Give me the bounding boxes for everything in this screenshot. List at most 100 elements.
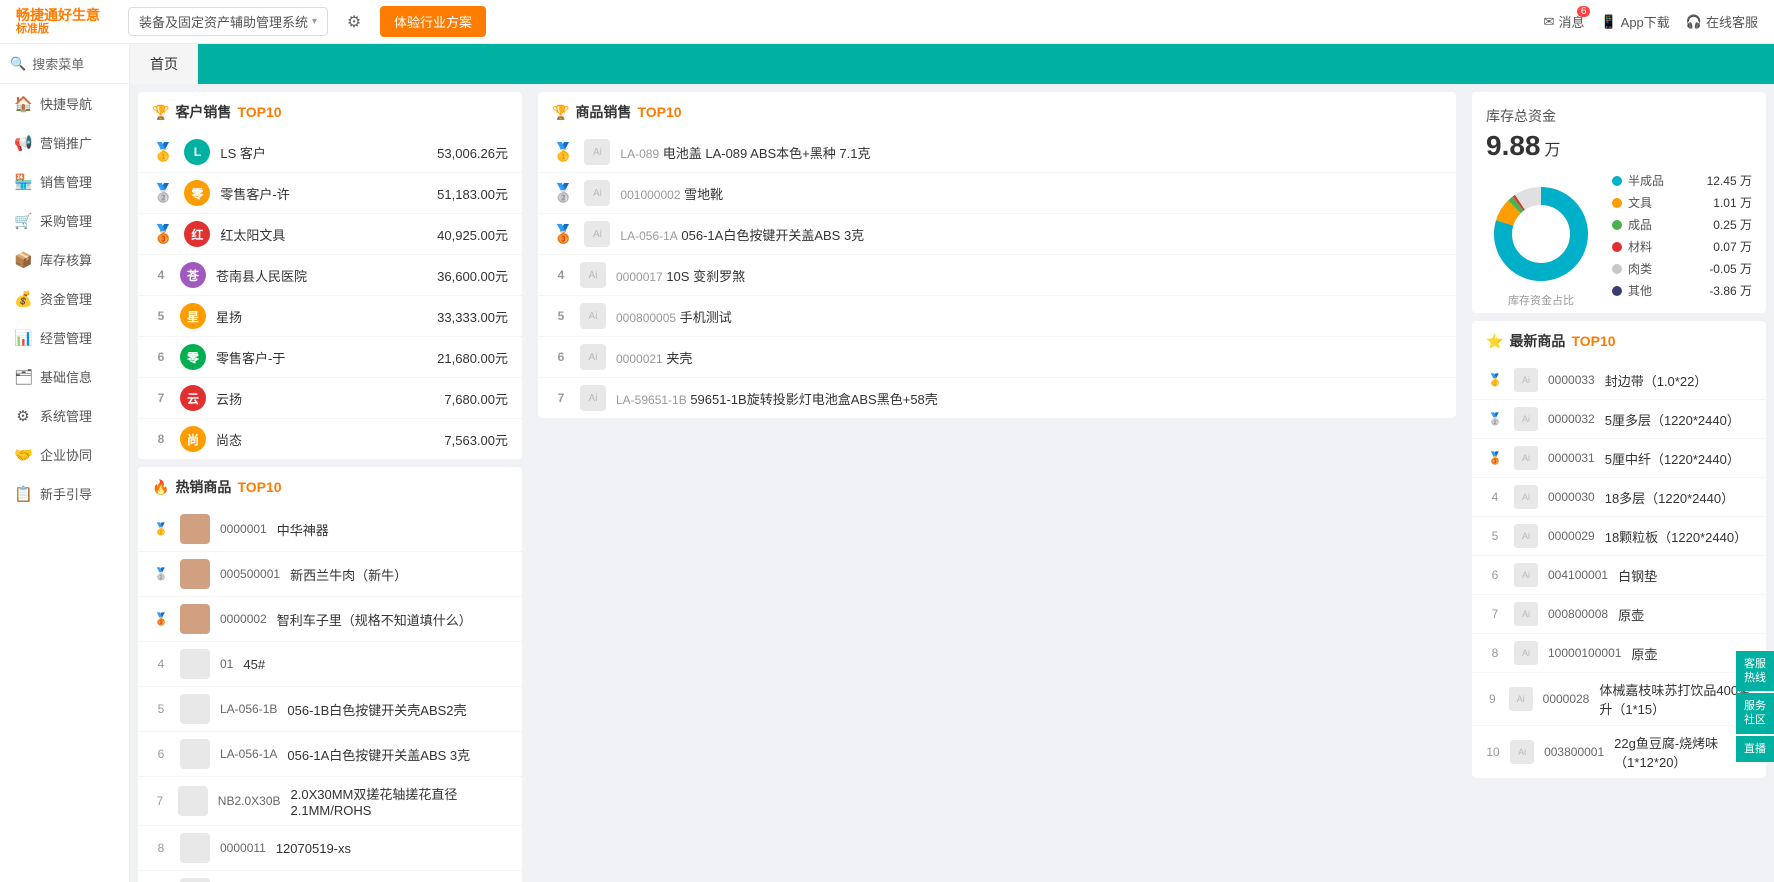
sidebar-item-采购管理[interactable]: 🛒采购管理 [0, 201, 129, 240]
customer-rank-title: 客户销售 [175, 102, 231, 122]
product-name: 12070519-xs [276, 841, 351, 856]
list-item: 🥉 0000002 智利车子里（规格不知道填什么） [138, 597, 522, 642]
product-thumbnail [180, 833, 210, 863]
try-plan-button[interactable]: 体验行业方案 [380, 6, 486, 37]
list-item: 6 Ai 004100001 白钢垫 [1472, 556, 1766, 595]
legend-value: 12.45 万 [1707, 172, 1752, 189]
product-info: 001000002 雪地靴 [620, 184, 1442, 203]
rank-number: 4 [552, 268, 570, 282]
rank-number: 8 [1486, 646, 1504, 660]
hot-products-title: 热销商品 [175, 477, 231, 497]
trophy-icon2: 🏆 [552, 104, 569, 121]
list-item: 🥈 000500001 新西兰牛肉（新牛） [138, 552, 522, 597]
legend-label: 成品 [1628, 216, 1707, 233]
message-icon: ✉ [1544, 14, 1555, 30]
search-icon: 🔍 [10, 56, 26, 72]
product-name: 18多层（1220*2440） [1605, 488, 1734, 507]
list-item: 7 Ai 000800008 原壶 [1472, 595, 1766, 634]
tab-home[interactable]: 首页 [130, 44, 198, 84]
sidebar-item-经营管理[interactable]: 📊经营管理 [0, 318, 129, 357]
legend-label: 材料 [1628, 238, 1707, 255]
legend-item: 文具 1.01 万 [1612, 194, 1752, 211]
legend-item: 材料 0.07 万 [1612, 238, 1752, 255]
settings-icon[interactable]: ⚙ [340, 8, 368, 36]
sidebar-icon: 📋 [14, 485, 32, 503]
float-button[interactable]: 直播 [1736, 736, 1774, 762]
medal-icon: 🥉 [1486, 451, 1504, 465]
product-code: 003800001 [1544, 745, 1604, 759]
rank-number: 5 [152, 309, 170, 323]
chevron-down-icon: ▾ [312, 16, 317, 27]
sidebar-item-label: 企业协同 [40, 445, 92, 464]
medal-icon: 🥈 [152, 567, 170, 581]
customer-rank-header: 🏆 客户销售 TOP10 [138, 92, 522, 132]
topbar-right: ✉ 消息 6 📱 App下载 🎧 在线客服 [1544, 12, 1758, 31]
table-row: Ai LA-056-1A 056-1A白色按键开关盖ABS 3克 [538, 214, 1456, 255]
product-code: 01 [220, 657, 233, 671]
product-name: 5厘中纤（1220*2440） [1605, 449, 1740, 468]
sidebar-item-基础信息[interactable]: 🗂基础信息 [0, 357, 129, 396]
medal-icon [552, 224, 574, 245]
newest-products-top10: TOP10 [1571, 333, 1615, 349]
list-item: 6 LA-056-1A 056-1A白色按键开关盖ABS 3克 [138, 732, 522, 777]
float-buttons: 客服 热线服务 社区直播 [1736, 651, 1774, 762]
rank-number: 7 [1486, 607, 1504, 621]
product-code: 0000029 [1548, 529, 1595, 543]
product-thumbnail [180, 739, 210, 769]
logo-main: 畅捷通好生意 [16, 7, 100, 24]
legend-value: -0.05 万 [1709, 260, 1752, 277]
legend-item: 半成品 12.45 万 [1612, 172, 1752, 189]
hot-products-card: 🔥 热销商品 TOP10 🥇 0000001 中华神器 🥈 000500001 … [138, 467, 522, 882]
list-item: 4 01 45# [138, 642, 522, 687]
message-button[interactable]: ✉ 消息 6 [1544, 12, 1585, 31]
rank-number: 6 [152, 350, 170, 364]
rank-number: 7 [152, 391, 170, 405]
inventory-chart-area: 库存资金占比 半成品 12.45 万 文具 1.01 万 成品 0.25 万 材… [1486, 172, 1752, 299]
customer-rank-card: 🏆 客户销售 TOP10 L LS 客户 53,006.26元 零 零售客户-许… [138, 92, 522, 459]
float-button[interactable]: 服务 社区 [1736, 693, 1774, 734]
sidebar-item-营销推广[interactable]: 📢营销推广 [0, 123, 129, 162]
sidebar-item-企业协同[interactable]: 🤝企业协同 [0, 435, 129, 474]
search-menu-button[interactable]: 🔍 搜索菜单 [10, 54, 119, 73]
app-label: App下载 [1621, 12, 1670, 31]
product-sales-card: 🏆 商品销售 TOP10 Ai LA-089 电池盖 LA-089 ABS本色+… [538, 92, 1456, 418]
product-code: 0000033 [1548, 373, 1595, 387]
table-row: 零 零售客户-许 51,183.00元 [138, 173, 522, 214]
product-thumbnail [180, 878, 210, 882]
product-icon: Ai [584, 139, 610, 165]
sidebar-item-快捷导航[interactable]: 🏠快捷导航 [0, 84, 129, 123]
rank-number: 7 [552, 391, 570, 405]
table-row: 8 尚 尚态 7,563.00元 [138, 419, 522, 459]
list-item: 9 Ai 0000028 体械嘉枝味苏打饮品400毫升（1*15） [1472, 673, 1766, 726]
product-icon: Ai [580, 262, 606, 288]
customer-name: 尚态 [216, 430, 434, 449]
float-button[interactable]: 客服 热线 [1736, 651, 1774, 692]
customer-rank-list: L LS 客户 53,006.26元 零 零售客户-许 51,183.00元 红… [138, 132, 522, 459]
right-panel: 库存总资金 9.88 万 [1464, 84, 1774, 882]
logo: 畅捷通好生意 标准版 [16, 7, 100, 37]
sidebar-item-系统管理[interactable]: ⚙系统管理 [0, 396, 129, 435]
app-download-button[interactable]: 📱 App下载 [1600, 12, 1669, 31]
product-name: 中华神器 [277, 520, 329, 539]
table-row: 4 Ai 0000017 10S 变刹罗煞 [538, 255, 1456, 296]
list-item: 8 0000011 12070519-xs [138, 826, 522, 871]
table-row: Ai 001000002 雪地靴 [538, 173, 1456, 214]
sidebar-item-销售管理[interactable]: 🏪销售管理 [0, 162, 129, 201]
list-item: 8 Ai 10000100001 原壶 [1472, 634, 1766, 673]
product-info: LA-056-1A 056-1A白色按键开关盖ABS 3克 [620, 225, 1442, 244]
product-icon: Ai [1514, 368, 1538, 392]
sidebar-item-新手引导[interactable]: 📋新手引导 [0, 474, 129, 513]
online-service-button[interactable]: 🎧 在线客服 [1686, 12, 1758, 31]
table-row: 5 星 星扬 33,333.00元 [138, 296, 522, 337]
system-selector[interactable]: 装备及固定资产辅助管理系统 ▾ [128, 7, 328, 36]
product-icon: Ai [1514, 485, 1538, 509]
table-row: 7 云 云扬 7,680.00元 [138, 378, 522, 419]
newest-products-list: 🥇 Ai 0000033 封边带（1.0*22） 🥈 Ai 0000032 5厘… [1472, 361, 1766, 778]
sidebar-item-资金管理[interactable]: 💰资金管理 [0, 279, 129, 318]
sidebar-item-库存核算[interactable]: 📦库存核算 [0, 240, 129, 279]
list-item: 4 Ai 0000030 18多层（1220*2440） [1472, 478, 1766, 517]
list-item: 10 Ai 003800001 22g鱼豆腐-烧烤味（1*12*20） [1472, 726, 1766, 778]
product-icon: Ai [580, 303, 606, 329]
product-code: NB2.0X30B [218, 794, 281, 808]
phone-icon: 📱 [1600, 14, 1616, 30]
